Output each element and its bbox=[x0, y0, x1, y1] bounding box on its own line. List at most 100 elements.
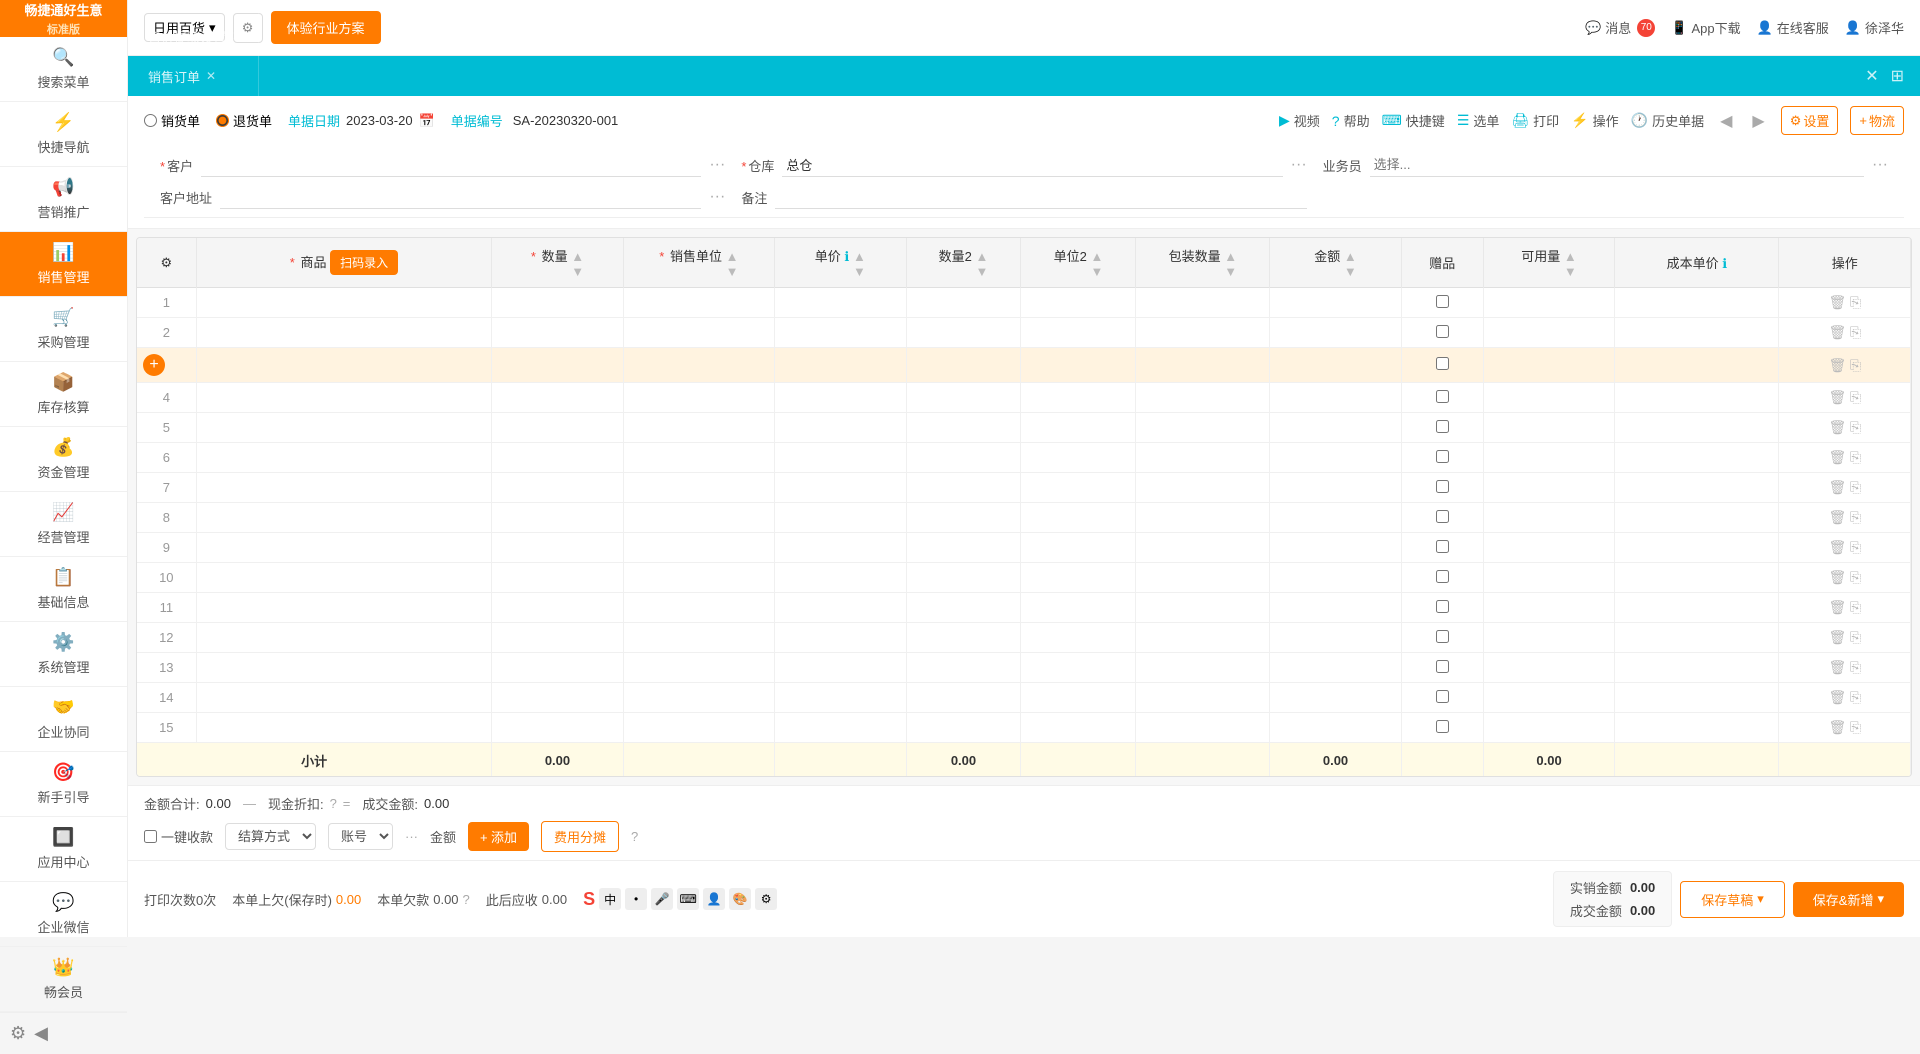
unit-price-cell[interactable] bbox=[775, 318, 906, 348]
product-cell[interactable] bbox=[196, 623, 492, 653]
available-cell[interactable] bbox=[1483, 623, 1614, 653]
gift-cell[interactable] bbox=[1401, 383, 1483, 413]
unit2-cell[interactable] bbox=[1021, 413, 1136, 443]
unit-price-cell[interactable] bbox=[775, 713, 906, 743]
quantity-cell[interactable] bbox=[492, 348, 623, 383]
unit-price-cell[interactable] bbox=[775, 413, 906, 443]
quantity-cell[interactable] bbox=[492, 623, 623, 653]
save-draft-btn[interactable]: 保存草稿 ▾ bbox=[1680, 881, 1785, 918]
salesperson-input[interactable] bbox=[1370, 153, 1864, 177]
sidebar-item-shortcut[interactable]: ⚡快捷导航 bbox=[0, 102, 127, 167]
quantity-cell[interactable] bbox=[492, 683, 623, 713]
amount-cell[interactable] bbox=[1270, 318, 1401, 348]
cost-price-cell[interactable] bbox=[1615, 563, 1779, 593]
gift-checkbox-14[interactable] bbox=[1436, 690, 1449, 703]
calendar-icon[interactable]: 📅 bbox=[419, 113, 435, 129]
sidebar-item-basic[interactable]: 📋基础信息 bbox=[0, 557, 127, 622]
sales-unit-cell[interactable] bbox=[623, 443, 774, 473]
warehouse-picker[interactable]: ··· bbox=[1291, 156, 1307, 174]
pack-qty-cell[interactable] bbox=[1136, 473, 1270, 503]
qty-sort[interactable]: ▲▼ bbox=[571, 249, 584, 279]
available-cell[interactable] bbox=[1483, 348, 1614, 383]
sales-unit-cell[interactable] bbox=[623, 593, 774, 623]
cost-price-cell[interactable] bbox=[1615, 288, 1779, 318]
quantity-cell[interactable] bbox=[492, 383, 623, 413]
fee-help-icon[interactable]: ? bbox=[631, 829, 638, 844]
sidebar-item-purchase[interactable]: 🛒采购管理 bbox=[0, 297, 127, 362]
available-cell[interactable] bbox=[1483, 533, 1614, 563]
pack-qty-cell[interactable] bbox=[1136, 503, 1270, 533]
video-action[interactable]: ▶ 视频 bbox=[1279, 111, 1320, 130]
unit2-cell[interactable] bbox=[1021, 348, 1136, 383]
sidebar-item-marketing[interactable]: 📢营销推广 bbox=[0, 167, 127, 232]
delete-row-btn-14[interactable]: 🗑 bbox=[1828, 689, 1846, 705]
unit-price-cell[interactable] bbox=[775, 563, 906, 593]
amount-cell[interactable] bbox=[1270, 563, 1401, 593]
available-cell[interactable] bbox=[1483, 443, 1614, 473]
copy-row-btn-11[interactable]: ⎘ bbox=[1850, 599, 1861, 615]
add-payment-btn[interactable]: + 添加 bbox=[468, 822, 529, 851]
unit-price-cell[interactable] bbox=[775, 683, 906, 713]
gift-checkbox-10[interactable] bbox=[1436, 570, 1449, 583]
gift-cell[interactable] bbox=[1401, 443, 1483, 473]
gift-cell[interactable] bbox=[1401, 413, 1483, 443]
delete-row-btn-11[interactable]: 🗑 bbox=[1828, 599, 1846, 615]
copy-row-btn-2[interactable]: ⎘ bbox=[1850, 324, 1861, 340]
sidebar-item-newguide[interactable]: 🎯新手引导 bbox=[0, 752, 127, 817]
tool-icon-6[interactable]: 🎨 bbox=[729, 888, 751, 910]
available-cell[interactable] bbox=[1483, 413, 1614, 443]
qty2-cell[interactable] bbox=[906, 443, 1021, 473]
unit2-cell[interactable] bbox=[1021, 288, 1136, 318]
gift-cell[interactable] bbox=[1401, 713, 1483, 743]
save-new-btn[interactable]: 保存&新增 ▾ bbox=[1793, 882, 1904, 917]
barcode-scan-btn[interactable]: 扫码录入 bbox=[330, 250, 398, 275]
sidebar-item-appstore[interactable]: 🔲应用中心 bbox=[0, 817, 127, 882]
pack-qty-cell[interactable] bbox=[1136, 348, 1270, 383]
add-row-btn[interactable]: + bbox=[143, 354, 165, 376]
delete-row-btn-4[interactable]: 🗑 bbox=[1828, 389, 1846, 405]
gift-cell[interactable] bbox=[1401, 683, 1483, 713]
amount-cell[interactable] bbox=[1270, 533, 1401, 563]
cost-price-cell[interactable] bbox=[1615, 383, 1779, 413]
cost-price-cell[interactable] bbox=[1615, 473, 1779, 503]
unit-price-cell[interactable] bbox=[775, 533, 906, 563]
address-picker[interactable]: ··· bbox=[709, 188, 725, 206]
tab-sales-order[interactable]: 销售订单✕ bbox=[132, 56, 259, 96]
gift-cell[interactable] bbox=[1401, 653, 1483, 683]
qty2-cell[interactable] bbox=[906, 683, 1021, 713]
qty2-cell[interactable] bbox=[906, 503, 1021, 533]
product-cell[interactable] bbox=[196, 413, 492, 443]
due-help-icon[interactable]: ? bbox=[463, 892, 470, 907]
amount-cell[interactable] bbox=[1270, 383, 1401, 413]
product-input-3[interactable] bbox=[203, 358, 486, 373]
sales-unit-cell[interactable] bbox=[623, 318, 774, 348]
gift-checkbox-12[interactable] bbox=[1436, 630, 1449, 643]
gift-cell[interactable] bbox=[1401, 288, 1483, 318]
delete-row-btn-5[interactable]: 🗑 bbox=[1828, 419, 1846, 435]
sales-unit-cell[interactable] bbox=[623, 473, 774, 503]
amount-cell[interactable] bbox=[1270, 503, 1401, 533]
product-input-9[interactable] bbox=[203, 540, 486, 555]
pack-qty-cell[interactable] bbox=[1136, 653, 1270, 683]
quantity-cell[interactable] bbox=[492, 713, 623, 743]
amount-sort[interactable]: ▲▼ bbox=[1344, 249, 1357, 279]
sidebar-item-operation[interactable]: 📈经营管理 bbox=[0, 492, 127, 557]
copy-row-btn-12[interactable]: ⎘ bbox=[1850, 629, 1861, 645]
sales-unit-cell[interactable] bbox=[623, 653, 774, 683]
qty2-cell[interactable] bbox=[906, 348, 1021, 383]
qty2-cell[interactable] bbox=[906, 533, 1021, 563]
unit-price-cell[interactable] bbox=[775, 473, 906, 503]
settings-icon[interactable]: ⚙ bbox=[10, 1023, 26, 1044]
price-info-icon[interactable]: ℹ bbox=[844, 249, 849, 264]
product-input-13[interactable] bbox=[203, 660, 486, 675]
unit2-cell[interactable] bbox=[1021, 713, 1136, 743]
sidebar-item-search[interactable]: 🔍搜索菜单 bbox=[0, 37, 127, 102]
tool-icon-7[interactable]: ⚙ bbox=[755, 888, 777, 910]
product-input-7[interactable] bbox=[203, 480, 486, 495]
copy-row-btn-14[interactable]: ⎘ bbox=[1850, 689, 1861, 705]
copy-row-btn-10[interactable]: ⎘ bbox=[1850, 569, 1861, 585]
quantity-cell[interactable] bbox=[492, 503, 623, 533]
cost-price-cell[interactable] bbox=[1615, 533, 1779, 563]
available-cell[interactable] bbox=[1483, 653, 1614, 683]
product-cell[interactable] bbox=[196, 563, 492, 593]
